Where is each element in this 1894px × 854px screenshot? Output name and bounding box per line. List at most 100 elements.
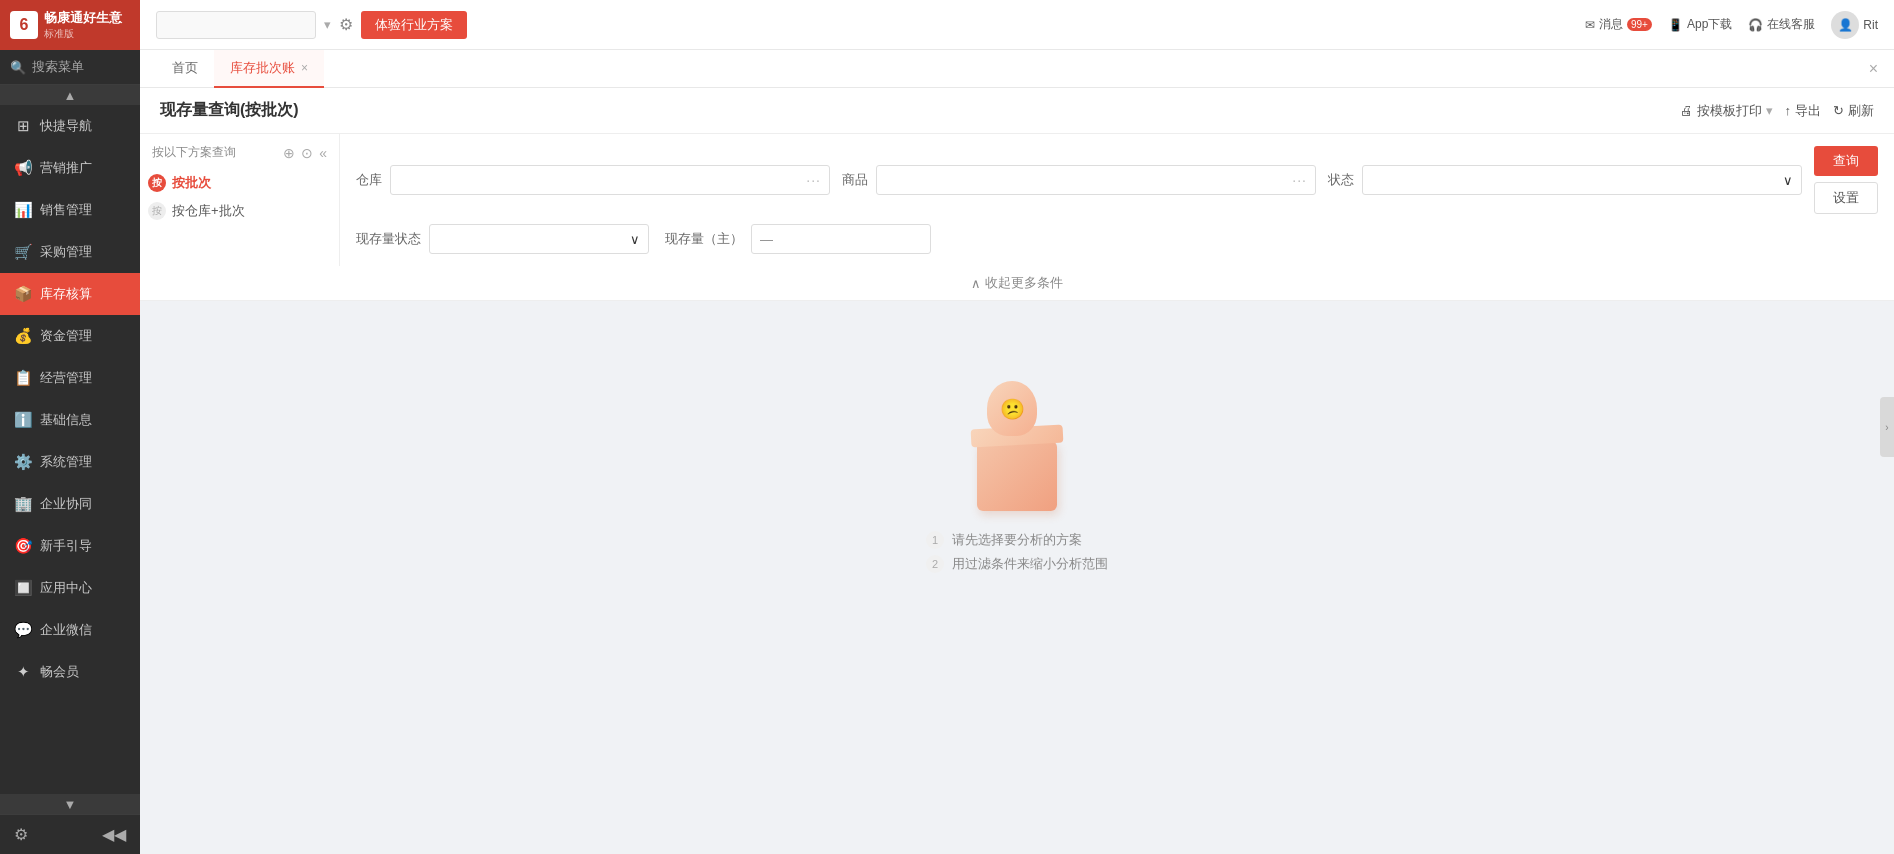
sidebar-item-label: 企业协同 [40,495,92,513]
right-collapse-handle[interactable]: › [1880,397,1894,457]
inventory-icon: 📦 [14,285,32,303]
add-plan-icon[interactable]: ⊕ [283,145,295,161]
print-dropdown-icon[interactable]: ▾ [1766,103,1773,118]
close-panel-button[interactable]: × [1869,60,1878,78]
status-field: 状态 ∨ [1328,165,1802,195]
warehouse-input[interactable]: ··· [390,165,830,195]
settings-plan-icon[interactable]: ⊙ [301,145,313,161]
status-dropdown-icon[interactable]: ∨ [1783,173,1793,188]
topbar-dropdown-icon[interactable]: ▾ [324,17,331,32]
sidebar-item-quick-nav[interactable]: ⊞ 快捷导航 [0,105,140,147]
sidebar-item-system[interactable]: ⚙️ 系统管理 [0,441,140,483]
topbar-settings-icon[interactable]: ⚙ [339,15,353,34]
sidebar-item-sales[interactable]: 📊 销售管理 [0,189,140,231]
collapse-plans-icon[interactable]: « [319,145,327,161]
product-dots-icon[interactable]: ··· [1292,172,1307,188]
settings-button[interactable]: 设置 [1814,182,1878,214]
tab-home[interactable]: 首页 [156,50,214,88]
online-service-label: 在线客服 [1767,16,1815,33]
scroll-up-button[interactable]: ▲ [0,85,140,105]
messages-group[interactable]: ✉ 消息 99+ [1585,16,1652,33]
app-name: 畅康通好生意 [44,9,122,27]
sidebar-item-label: 系统管理 [40,453,92,471]
app-title-block: 畅康通好生意 标准版 [44,9,122,41]
new-guide-icon: 🎯 [14,537,32,555]
app-version: 标准版 [44,27,122,41]
plan-label-by-batch: 按批次 [172,174,211,192]
system-icon: ⚙️ [14,453,32,471]
sidebar-item-label: 新手引导 [40,537,92,555]
sidebar-item-label: 营销推广 [40,159,92,177]
left-plans-header: 按以下方案查询 ⊕ ⊙ « [140,144,339,169]
tip-text-2: 用过滤条件来缩小分析范围 [952,555,1108,573]
sidebar-item-marketing[interactable]: 📢 营销推广 [0,147,140,189]
purchase-icon: 🛒 [14,243,32,261]
plan-item-by-warehouse-batch[interactable]: 按 按仓库+批次 [140,197,339,225]
collapse-sidebar-icon[interactable]: ◀◀ [102,825,126,844]
collapse-more-bar[interactable]: ∧ 收起更多条件 [140,266,1894,301]
operations-icon: 📋 [14,369,32,387]
sidebar-item-label: 销售管理 [40,201,92,219]
plan-item-by-batch[interactable]: 按 按批次 [140,169,339,197]
warehouse-dots-icon[interactable]: ··· [806,172,821,188]
left-plans: 按以下方案查询 ⊕ ⊙ « 按 按批次 按 按仓库+批次 [140,134,340,266]
search-menu[interactable]: 🔍 搜索菜单 [0,50,140,85]
print-icon: 🖨 [1680,103,1693,118]
print-button[interactable]: 🖨 按模板打印 ▾ [1680,102,1773,120]
tip-num-2: 2 [926,555,944,573]
experience-industry-button[interactable]: 体验行业方案 [361,11,467,39]
settings-footer-icon[interactable]: ⚙ [14,825,28,844]
sidebar-item-operations[interactable]: 📋 经营管理 [0,357,140,399]
scroll-down-button[interactable]: ▼ [0,794,140,814]
tab-close-icon[interactable]: × [301,61,308,75]
tab-inventory-batch[interactable]: 库存批次账 × [214,50,324,88]
user-profile-group[interactable]: 👤 Rit [1831,11,1878,39]
sidebar-item-enterprise[interactable]: 🏢 企业协同 [0,483,140,525]
sidebar-item-finance[interactable]: 💰 资金管理 [0,315,140,357]
message-icon: ✉ [1585,18,1595,32]
inventory-qty-input[interactable]: — [751,224,931,254]
plan-label-by-warehouse-batch: 按仓库+批次 [172,202,245,220]
sidebar-item-ent-wechat[interactable]: 💬 企业微信 [0,609,140,651]
export-icon: ↑ [1785,103,1792,118]
sidebar-item-app-center[interactable]: 🔲 应用中心 [0,567,140,609]
inventory-qty-dash: — [760,232,773,247]
inventory-qty-label: 现存量（主） [665,230,743,248]
messages-badge: 99+ [1627,18,1652,31]
app-download-group[interactable]: 📱 App下载 [1668,16,1732,33]
search-menu-label: 搜索菜单 [32,58,84,76]
topbar-search-input[interactable] [156,11,316,39]
inventory-status-input[interactable]: ∨ [429,224,649,254]
empty-state: 😕 1 请先选择要分析的方案 2 用过滤条件来缩小分析范围 [140,301,1894,653]
online-service-group[interactable]: 🎧 在线客服 [1748,16,1815,33]
sidebar-item-vip[interactable]: ✦ 畅会员 [0,651,140,693]
sidebar: 6 畅康通好生意 标准版 🔍 搜索菜单 ▲ ⊞ 快捷导航 📢 营销推广 📊 销售… [0,0,140,854]
sidebar-item-label: 基础信息 [40,411,92,429]
status-input[interactable]: ∨ [1362,165,1802,195]
plan-icon-by-warehouse-batch: 按 [148,202,166,220]
query-button[interactable]: 查询 [1814,146,1878,176]
inventory-status-dropdown-icon[interactable]: ∨ [630,232,640,247]
page-title: 现存量查询(按批次) [160,100,299,121]
sidebar-item-purchase[interactable]: 🛒 采购管理 [0,231,140,273]
finance-icon: 💰 [14,327,32,345]
query-settings-buttons: 查询 设置 [1814,146,1878,214]
sidebar-nav: ⊞ 快捷导航 📢 营销推广 📊 销售管理 🛒 采购管理 📦 库存核算 💰 资金管… [0,105,140,794]
export-button[interactable]: ↑ 导出 [1785,102,1822,120]
product-field: 商品 ··· [842,165,1316,195]
plan-icon-by-batch: 按 [148,174,166,192]
messages-label: 消息 [1599,16,1623,33]
print-label: 按模板打印 [1697,102,1762,120]
sidebar-item-inventory[interactable]: 📦 库存核算 [0,273,140,315]
product-input[interactable]: ··· [876,165,1316,195]
refresh-button[interactable]: ↻ 刷新 [1833,102,1874,120]
sidebar-item-label: 资金管理 [40,327,92,345]
sidebar-item-new-guide[interactable]: 🎯 新手引导 [0,525,140,567]
page-header-actions: 🖨 按模板打印 ▾ ↑ 导出 ↻ 刷新 [1680,102,1875,120]
empty-box-body [977,441,1057,511]
sidebar-item-basic-info[interactable]: ℹ️ 基础信息 [0,399,140,441]
empty-figure: 😕 [987,381,1037,436]
headset-icon: 🎧 [1748,18,1763,32]
enterprise-icon: 🏢 [14,495,32,513]
user-avatar: 👤 [1831,11,1859,39]
